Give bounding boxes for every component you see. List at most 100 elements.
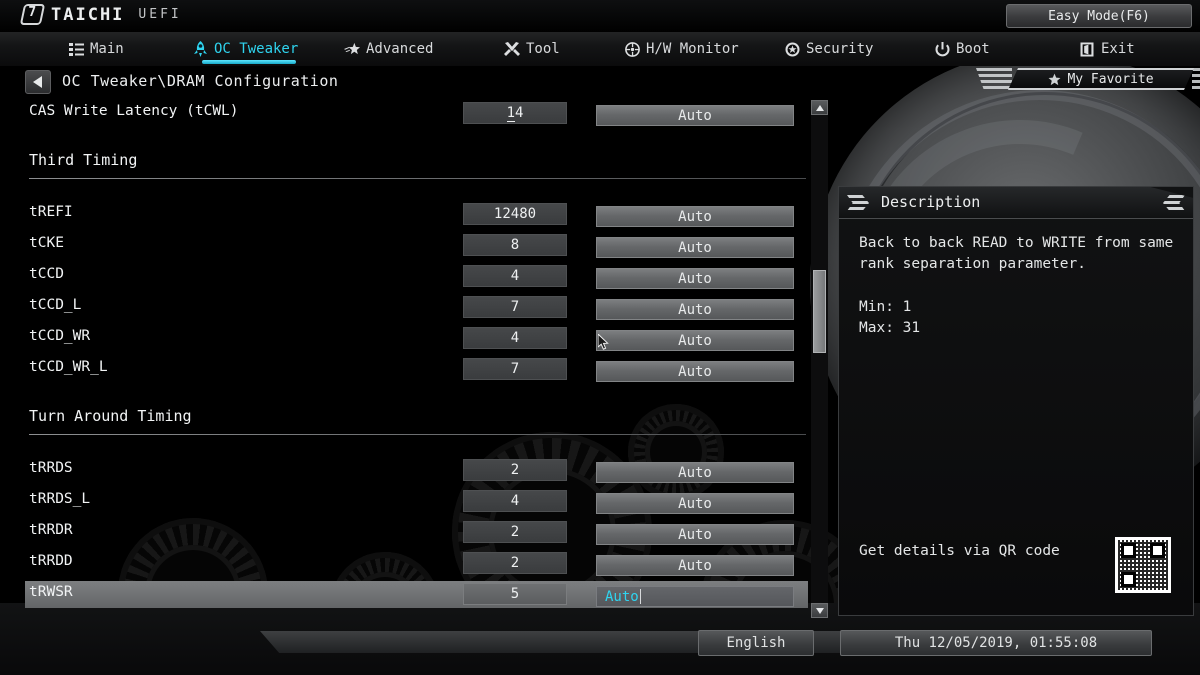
nav-item-boot[interactable]: Boot <box>930 32 994 66</box>
description-header: Description <box>839 187 1193 219</box>
power-icon <box>934 41 950 57</box>
favorite-wing-right <box>1192 68 1200 90</box>
chevron-right-icon <box>1163 195 1185 211</box>
setting-option-dropdown[interactable]: Auto <box>596 330 794 351</box>
setting-row[interactable]: tRRDS 2 Auto <box>0 455 808 486</box>
nav-item-tool[interactable]: Tool <box>500 32 564 66</box>
section-title: Third Timing <box>29 151 138 169</box>
setting-row[interactable]: tCCD_WR_L 7 Auto <box>0 354 808 385</box>
exit-door-icon <box>1079 41 1095 57</box>
nav-item-advanced[interactable]: Advanced <box>340 32 437 66</box>
back-arrow-icon <box>33 76 43 88</box>
qr-label: Get details via QR code <box>859 543 1060 559</box>
setting-option-dropdown[interactable]: Auto <box>596 299 794 320</box>
nav-item-oc-tweaker[interactable]: OC Tweaker <box>188 32 302 66</box>
setting-row[interactable]: tRWSR 5 Auto <box>0 579 808 610</box>
setting-row[interactable]: tRRDR 2 Auto <box>0 517 808 548</box>
setting-value[interactable]: 2 <box>463 459 567 481</box>
scroll-up-icon[interactable] <box>811 100 828 115</box>
nav-item-exit[interactable]: Exit <box>1075 32 1139 66</box>
setting-value[interactable]: 7 <box>463 296 567 318</box>
setting-label: tRRDS_L <box>29 491 91 507</box>
setting-value[interactable]: 12480 <box>463 203 567 225</box>
setting-value[interactable]: 7 <box>463 358 567 380</box>
setting-label: tCCD_WR_L <box>29 359 108 375</box>
setting-option-dropdown[interactable]: Auto <box>596 361 794 382</box>
description-min: Min: 1 <box>859 299 912 315</box>
nav-item-label: Advanced <box>366 41 434 57</box>
section-title: Turn Around Timing <box>29 407 192 425</box>
nav-item-label: Exit <box>1101 41 1135 57</box>
nav-item-security[interactable]: Security <box>780 32 877 66</box>
active-tab-underline <box>202 60 297 64</box>
setting-row[interactable]: tCCD 4 Auto <box>0 261 808 292</box>
setting-option-dropdown[interactable]: Auto <box>596 268 794 289</box>
setting-option-label: Auto <box>605 588 639 605</box>
setting-option-dropdown[interactable]: Auto <box>596 524 794 545</box>
setting-row[interactable]: tREFI 12480 Auto <box>0 199 808 230</box>
easy-mode-button[interactable]: Easy Mode(F6) <box>1006 4 1192 28</box>
setting-option-dropdown[interactable]: Auto <box>596 462 794 483</box>
setting-row[interactable]: tRRDD 2 Auto <box>0 548 808 579</box>
main-navigation: Main OC Tweaker Advanced Tool H/W Monitor Sec… <box>0 32 1200 66</box>
nav-item-label: Boot <box>956 41 990 57</box>
shield-icon <box>784 41 800 57</box>
setting-row[interactable]: tCKE 8 Auto <box>0 230 808 261</box>
setting-option-label: Auto <box>678 557 712 574</box>
setting-option-label: Auto <box>678 107 712 124</box>
brand-name: TAICHI <box>51 4 125 25</box>
nav-item-label: Main <box>90 41 124 57</box>
nav-item-main[interactable]: Main <box>64 32 128 66</box>
section-header: Turn Around Timing <box>0 407 808 447</box>
breadcrumb-text: OC Tweaker\DRAM Configuration <box>62 72 339 90</box>
setting-value[interactable]: 5 <box>463 583 567 605</box>
star-icon <box>1048 73 1061 86</box>
setting-option-dropdown[interactable]: Auto <box>596 237 794 258</box>
setting-option-dropdown[interactable]: Auto <box>596 555 794 576</box>
setting-option-dropdown[interactable]: Auto <box>596 105 794 126</box>
system-datetime: Thu 12/05/2019, 01:55:08 <box>840 630 1152 656</box>
setting-row[interactable]: CAS Write Latency (tCWL) 1 4 Auto <box>0 98 808 129</box>
list-scrollbar[interactable] <box>811 100 828 618</box>
tools-icon <box>504 41 520 57</box>
nav-item-label: Tool <box>526 41 560 57</box>
my-favorite-label: My Favorite <box>1067 71 1154 87</box>
setting-option-label: Auto <box>678 270 712 287</box>
my-favorite-button[interactable]: My Favorite <box>1008 68 1194 90</box>
scrollbar-thumb[interactable] <box>813 270 826 353</box>
setting-value[interactable]: 14 <box>463 102 567 124</box>
section-divider <box>29 178 806 179</box>
setting-option-label: Auto <box>678 464 712 481</box>
mouse-cursor <box>598 334 609 350</box>
setting-value[interactable]: 4 <box>463 327 567 349</box>
description-panel: Description Back to back READ to WRITE f… <box>838 186 1194 616</box>
setting-label: tCKE <box>29 235 64 251</box>
setting-label: tREFI <box>29 204 73 220</box>
setting-label: tCCD_L <box>29 297 82 313</box>
setting-value[interactable]: 4 <box>463 265 567 287</box>
scrollbar-track[interactable] <box>811 115 828 603</box>
qr-eye-icon <box>1150 543 1165 558</box>
section-divider <box>29 434 806 435</box>
back-button[interactable] <box>25 70 51 94</box>
setting-row[interactable]: tCCD_WR 4 Auto <box>0 323 808 354</box>
language-selector[interactable]: English <box>698 630 814 656</box>
setting-option-dropdown[interactable]: Auto <box>596 493 794 514</box>
setting-option-label: Auto <box>678 208 712 225</box>
setting-value[interactable]: 2 <box>463 552 567 574</box>
scroll-down-icon[interactable] <box>811 603 828 618</box>
setting-label: CAS Write Latency (tCWL) <box>29 103 239 119</box>
setting-option-dropdown[interactable]: Auto <box>596 206 794 227</box>
setting-value[interactable]: 4 <box>463 490 567 512</box>
description-max: Max: 31 <box>859 320 921 336</box>
setting-value[interactable]: 2 <box>463 521 567 543</box>
setting-row[interactable]: tRRDS_L 4 Auto <box>0 486 808 517</box>
text-caret <box>639 589 641 604</box>
nav-item-h-w-monitor[interactable]: H/W Monitor <box>620 32 743 66</box>
setting-value[interactable]: 8 <box>463 234 567 256</box>
setting-option-dropdown[interactable]: Auto <box>596 586 794 607</box>
description-text: Back to back READ to WRITE from same ran… <box>859 235 1174 272</box>
setting-row[interactable]: tCCD_L 7 Auto <box>0 292 808 323</box>
rocket-icon <box>192 41 208 57</box>
chevron-left-icon <box>847 195 869 211</box>
